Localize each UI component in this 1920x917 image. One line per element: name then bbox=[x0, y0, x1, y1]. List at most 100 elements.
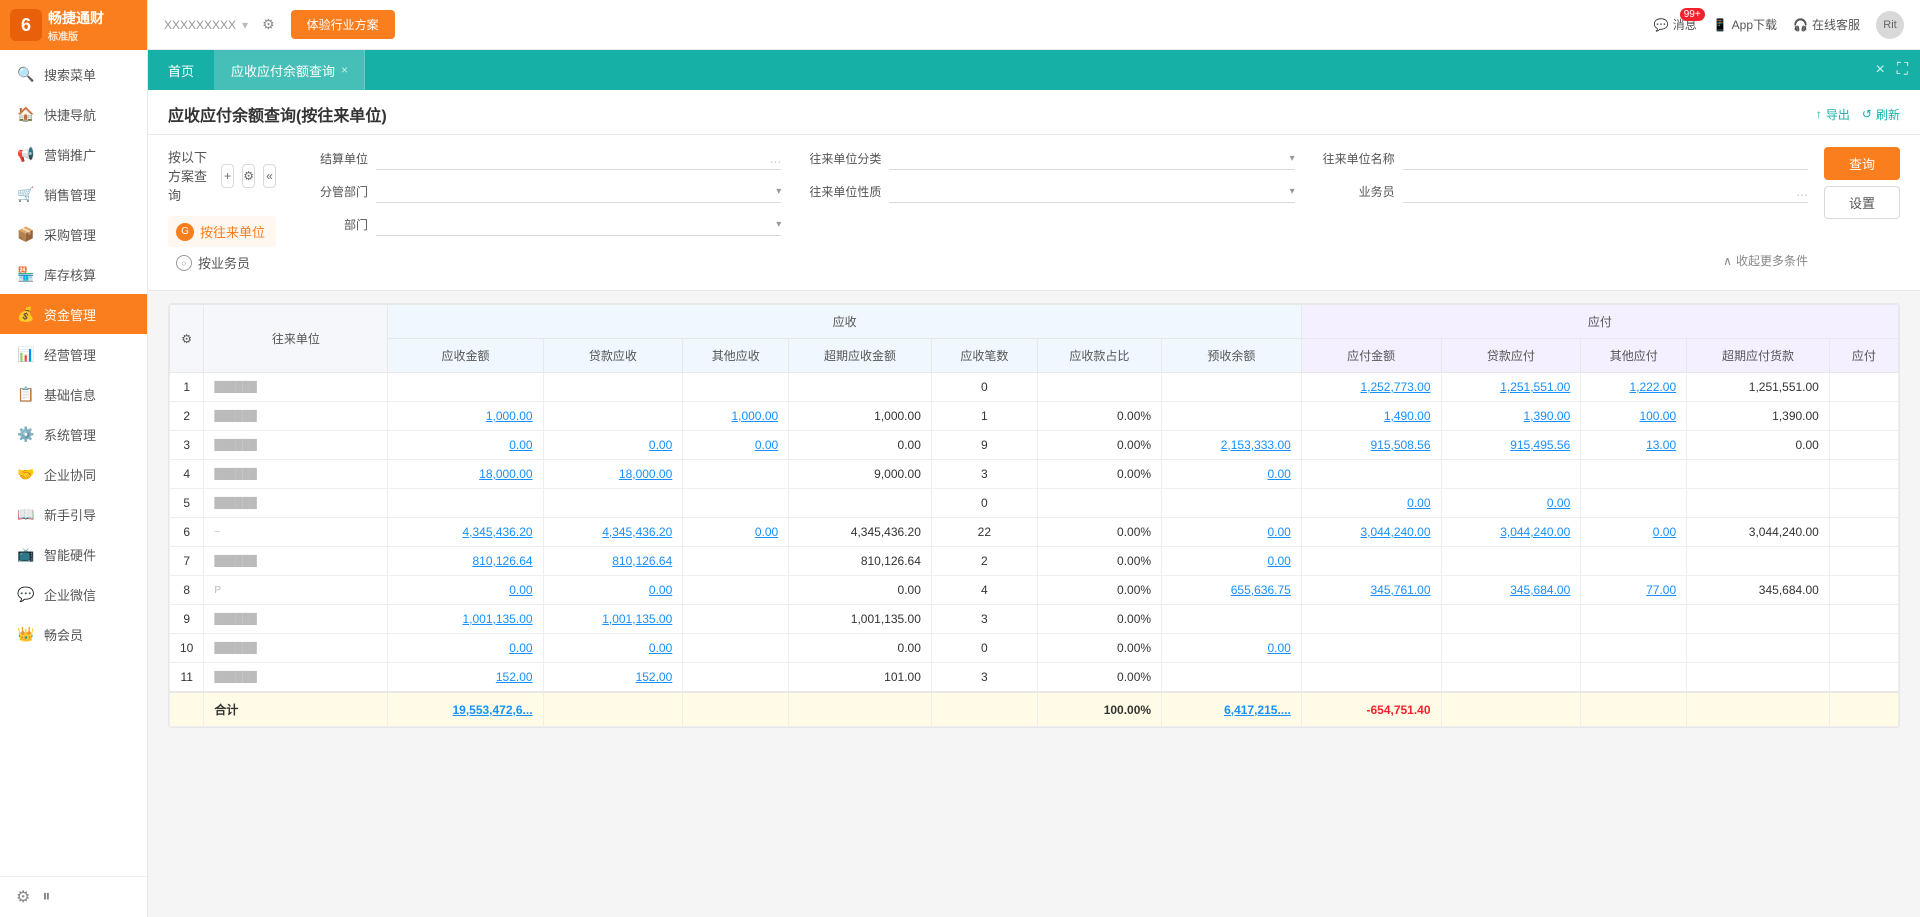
row-recv-amount: 152.00 bbox=[388, 663, 543, 693]
online-service-button[interactable]: 🎧 在线客服 bbox=[1793, 16, 1860, 33]
user-avatar[interactable]: Rit bbox=[1876, 11, 1904, 39]
footer-recv-amount[interactable]: 19,553,472,6... bbox=[388, 692, 543, 727]
sidebar-item-system[interactable]: ⚙️系统管理 bbox=[0, 414, 147, 454]
row-recv-other bbox=[683, 663, 789, 693]
wechat-icon: 💬 bbox=[16, 584, 36, 604]
sidebar-label-search: 搜索菜单 bbox=[44, 65, 96, 84]
row-num: 7 bbox=[170, 547, 204, 576]
row-recv-amount: 1,001,135.00 bbox=[388, 605, 543, 634]
filter-add-btn[interactable]: + bbox=[221, 164, 234, 188]
dept-input[interactable] bbox=[376, 213, 776, 235]
table-row: 1 ██████ 0 1,252,773.00 1,251,551.00 1,2… bbox=[170, 373, 1899, 402]
sidebar-item-nav[interactable]: 🏠快捷导航 bbox=[0, 94, 147, 134]
salesperson-input[interactable] bbox=[1403, 180, 1797, 202]
filter-settings-btn[interactable]: ⚙ bbox=[242, 164, 255, 188]
row-pay-overdue: 1,390.00 bbox=[1687, 402, 1830, 431]
sidebar-item-hardware[interactable]: 📺智能硬件 bbox=[0, 534, 147, 574]
settlement-unit-dots[interactable]: ... bbox=[770, 150, 782, 166]
messages-button[interactable]: 💬 消息 99+ bbox=[1654, 16, 1697, 33]
settlement-unit-input[interactable] bbox=[376, 147, 770, 169]
window-expand-icon[interactable]: ⛶ bbox=[1897, 61, 1908, 79]
salesperson-dots[interactable]: ... bbox=[1796, 183, 1808, 199]
row-recv-loan: 810,126.64 bbox=[543, 547, 683, 576]
sidebar-item-basic[interactable]: 📋基础信息 bbox=[0, 374, 147, 414]
filter-row-partner-name: 往来单位名称 bbox=[1315, 147, 1808, 170]
window-close-icon[interactable]: × bbox=[1875, 61, 1884, 79]
row-recv-amount: 1,000.00 bbox=[388, 402, 543, 431]
sidebar-item-finance[interactable]: 💰资金管理 bbox=[0, 294, 147, 334]
partner-nature-input[interactable] bbox=[889, 180, 1289, 202]
sidebar-label-finance: 资金管理 bbox=[44, 305, 96, 324]
footer-recv-prepay[interactable]: 6,417,215.... bbox=[1162, 692, 1302, 727]
export-button[interactable]: ↑ 导出 bbox=[1816, 106, 1850, 123]
row-recv-count: 3 bbox=[931, 605, 1037, 634]
row-pay-loan bbox=[1441, 634, 1581, 663]
th-pay-rest: 应付 bbox=[1829, 339, 1898, 373]
main-area: XXXXXXXXX ▾ ⚙ 体验行业方案 💬 消息 99+ 📱 App下载 🎧 … bbox=[148, 0, 1920, 917]
partner-name-input[interactable] bbox=[1403, 147, 1808, 170]
managing-dept-chevron[interactable]: ▾ bbox=[776, 186, 781, 197]
refresh-button[interactable]: ↺ 刷新 bbox=[1862, 106, 1900, 123]
app-download-button[interactable]: 📱 App下载 bbox=[1713, 16, 1777, 33]
salesperson-label: 业务员 bbox=[1315, 183, 1395, 200]
sidebar-item-operation[interactable]: 📊经营管理 bbox=[0, 334, 147, 374]
th-pay-amount: 应付金额 bbox=[1301, 339, 1441, 373]
tab-home[interactable]: 首页 bbox=[148, 50, 215, 90]
table-container: ⚙ 往来单位 应收 应付 应收金额 贷款应收 其他应收 超期应收金额 应收笔数 … bbox=[148, 291, 1920, 917]
app-download-label: App下载 bbox=[1732, 16, 1777, 33]
row-recv-amount: 0.00 bbox=[388, 431, 543, 460]
row-recv-count: 0 bbox=[931, 634, 1037, 663]
filter-collapse-btn[interactable]: « bbox=[263, 164, 276, 188]
topbar-breadcrumb: XXXXXXXXX ▾ ⚙ 体验行业方案 bbox=[164, 10, 1654, 39]
row-partner: ██████ bbox=[204, 460, 388, 489]
row-pay-overdue bbox=[1687, 634, 1830, 663]
refresh-label: 刷新 bbox=[1876, 106, 1900, 123]
row-recv-amount: 810,126.64 bbox=[388, 547, 543, 576]
sidebar-item-inventory[interactable]: 🏪库存核算 bbox=[0, 254, 147, 294]
logo-text: 畅捷通财 标准版 bbox=[48, 8, 104, 43]
tab-close-icon[interactable]: × bbox=[341, 63, 348, 77]
sidebar-item-purchase[interactable]: 📦采购管理 bbox=[0, 214, 147, 254]
dept-chevron[interactable]: ▾ bbox=[776, 219, 781, 230]
sidebar-item-search[interactable]: 🔍搜索菜单 bbox=[0, 54, 147, 94]
tab-receivable-query[interactable]: 应收应付余额查询 × bbox=[215, 50, 365, 90]
query-button[interactable]: 查询 bbox=[1824, 147, 1900, 180]
row-pay-amount bbox=[1301, 663, 1441, 693]
solution-button[interactable]: 体验行业方案 bbox=[291, 10, 395, 39]
sidebar-label-basic: 基础信息 bbox=[44, 385, 96, 404]
sidebar-item-member[interactable]: 👑畅会员 bbox=[0, 614, 147, 654]
table-row: 11 ██████ 152.00 152.00 101.00 3 0.00% bbox=[170, 663, 1899, 693]
partner-category-input[interactable] bbox=[889, 147, 1289, 169]
table-settings-col[interactable]: ⚙ bbox=[170, 305, 204, 373]
row-recv-prepay: 0.00 bbox=[1162, 518, 1302, 547]
nav-item-salesperson[interactable]: ○ 按业务员 bbox=[168, 247, 276, 278]
partner-category-chevron[interactable]: ▾ bbox=[1290, 153, 1295, 164]
row-pay-other: 0.00 bbox=[1581, 518, 1687, 547]
sidebar-label-guide: 新手引导 bbox=[44, 505, 96, 524]
row-recv-other: 0.00 bbox=[683, 518, 789, 547]
sidebar-item-marketing[interactable]: 📢营销推广 bbox=[0, 134, 147, 174]
filter-content: 按以下方案查询 + ⚙ « G 按往来单位 ○ 按业务员 bbox=[168, 147, 1900, 278]
sidebar-footer: ⚙ ⏸ bbox=[0, 876, 147, 917]
sidebar-item-sales[interactable]: 🛒销售管理 bbox=[0, 174, 147, 214]
row-recv-prepay bbox=[1162, 605, 1302, 634]
sidebar-item-guide[interactable]: 📖新手引导 bbox=[0, 494, 147, 534]
row-pay-other: 100.00 bbox=[1581, 402, 1687, 431]
row-pay-rest bbox=[1829, 518, 1898, 547]
table-row: 10 ██████ 0.00 0.00 0.00 0 0.00% 0.00 bbox=[170, 634, 1899, 663]
sidebar-settings-icon[interactable]: ⚙ bbox=[16, 887, 30, 907]
topbar-settings-icon[interactable]: ⚙ bbox=[262, 16, 275, 33]
partner-nature-chevron[interactable]: ▾ bbox=[1290, 186, 1295, 197]
row-num: 1 bbox=[170, 373, 204, 402]
nav-item-partner[interactable]: G 按往来单位 bbox=[168, 216, 276, 247]
sidebar-item-wechat[interactable]: 💬企业微信 bbox=[0, 574, 147, 614]
row-pay-amount bbox=[1301, 547, 1441, 576]
settlement-unit-input-wrapper: ... bbox=[376, 147, 781, 170]
collapse-more-btn[interactable]: ∧ 收起更多条件 bbox=[1723, 252, 1808, 269]
row-partner: ██████ bbox=[204, 663, 388, 693]
row-recv-loan bbox=[543, 489, 683, 518]
set-button[interactable]: 设置 bbox=[1824, 186, 1900, 219]
managing-dept-input[interactable] bbox=[376, 180, 776, 202]
sidebar-item-collab[interactable]: 🤝企业协同 bbox=[0, 454, 147, 494]
sidebar-collapse-icon[interactable]: ⏸ bbox=[42, 888, 50, 906]
